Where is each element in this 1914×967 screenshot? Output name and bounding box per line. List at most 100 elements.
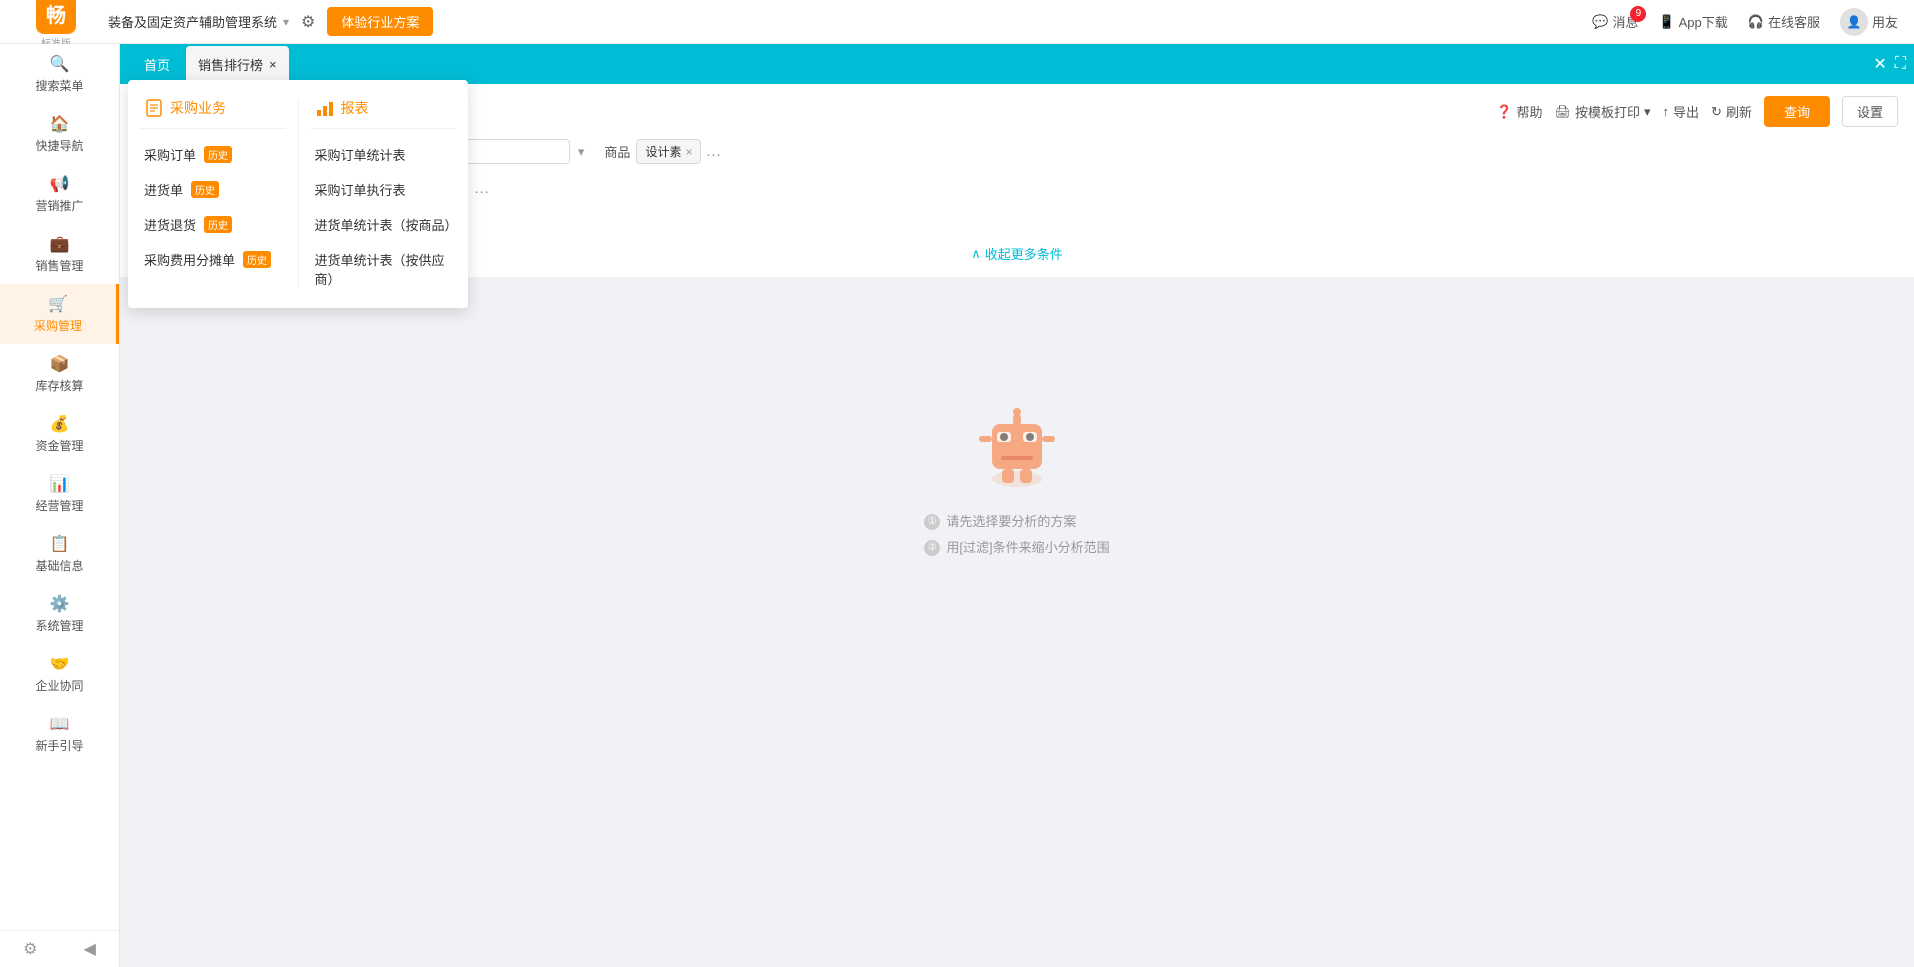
sales-icon: 💼	[50, 234, 70, 254]
sidebar-item-purchase[interactable]: 🛒 采购管理	[0, 284, 119, 344]
system-title: 装备及固定资产辅助管理系统 ▾	[108, 12, 289, 31]
avatar-icon: 👤	[1847, 15, 1862, 29]
sidebar-item-label: 营销推广	[35, 197, 83, 214]
report-po-exec-item[interactable]: 采购订单执行表	[311, 172, 457, 207]
sidebar-item-inventory[interactable]: 📦 库存核算	[0, 344, 119, 404]
tabs-right: ✕ ⛶	[1873, 54, 1906, 74]
empty-tip-2: ② 用[过滤]条件来缩小分析范围	[924, 535, 1109, 561]
report-icon-svg	[315, 98, 335, 118]
sidebar-item-search[interactable]: 🔍 搜索菜单	[0, 44, 119, 104]
print-button[interactable]: 🖨 按模板打印 ▾	[1554, 102, 1650, 121]
purchase-dropdown-menu: 采购业务 采购订单 历史 进货单 历史 进货退货 历史 采购费用分摊单 历史	[128, 80, 468, 308]
purchase-order-item[interactable]: 采购订单 历史	[140, 137, 286, 172]
goods-tag: 设计素 ×	[636, 139, 701, 164]
sidebar-item-label: 快捷导航	[35, 137, 83, 154]
goods-tag-close[interactable]: ×	[685, 145, 692, 159]
sidebar-item-label: 企业协同	[35, 677, 83, 694]
user-menu[interactable]: 👤 用友	[1840, 8, 1898, 36]
sidebar-item-label: 销售管理	[35, 257, 83, 274]
refresh-button[interactable]: ↻ 刷新	[1711, 102, 1752, 121]
brand-logo[interactable]: 畅 标准版	[16, 0, 96, 50]
sidebar-item-label: 库存核算	[35, 377, 83, 394]
sidebar-item-cooperation[interactable]: 🤝 企业协同	[0, 644, 119, 704]
expand-btn[interactable]: ⛶	[1895, 55, 1906, 73]
refresh-icon: ↻	[1711, 104, 1722, 120]
tab-sales-rank[interactable]: 销售排行榜 ×	[186, 46, 289, 82]
sidebar-item-quick-nav[interactable]: 🏠 快捷导航	[0, 104, 119, 164]
report-po-stats-label: 采购订单统计表	[315, 145, 406, 164]
tab-home[interactable]: 首页	[128, 44, 186, 84]
purchase-fee-item[interactable]: 采购费用分摊单 历史	[140, 242, 286, 277]
sidebar-item-guide[interactable]: 📖 新手引导	[0, 704, 119, 764]
sidebar-item-operations[interactable]: 📊 经营管理	[0, 464, 119, 524]
sidebar-item-label: 搜索菜单	[35, 77, 83, 94]
history-badge-2: 历史	[191, 181, 219, 198]
purchase-arrival-item[interactable]: 进货单 历史	[140, 172, 286, 207]
settings-button[interactable]: 设置	[1842, 96, 1898, 127]
dropdown-report-col: 报表 采购订单统计表 采购订单执行表 进货单统计表（按商品） 进货单统计表（按供…	[299, 92, 469, 296]
purchase-return-item[interactable]: 进货退货 历史	[140, 207, 286, 242]
export-button[interactable]: ↑ 导出	[1663, 102, 1700, 121]
sidebar-item-basic-info[interactable]: 📋 基础信息	[0, 524, 119, 584]
collapse-button[interactable]: ∧ 收起更多条件	[965, 238, 1069, 269]
report-arrival-by-goods-item[interactable]: 进货单统计表（按商品）	[311, 207, 457, 242]
purchase-col-header: 采购业务	[140, 92, 286, 129]
online-service-button[interactable]: 🎧 在线客服	[1748, 12, 1820, 31]
search-icon: 🔍	[50, 54, 70, 74]
message-button[interactable]: 💬 消息 9	[1592, 12, 1638, 31]
sidebar: 🔍 搜索菜单 🏠 快捷导航 📢 营销推广 💼 销售管理 🛒 采购管	[0, 44, 120, 967]
salesperson-more-dots[interactable]: …	[474, 180, 490, 198]
purchase-icon-svg	[144, 98, 164, 118]
report-po-stats-item[interactable]: 采购订单统计表	[311, 137, 457, 172]
sidebar-item-marketing[interactable]: 📢 营销推广	[0, 164, 119, 224]
history-badge-1: 历史	[204, 146, 232, 163]
marketing-icon: 📢	[50, 174, 70, 194]
sidebar-settings-btn[interactable]: ⚙	[23, 939, 37, 959]
title-chevron-icon: ▾	[283, 15, 289, 29]
report-col-icon	[315, 98, 335, 118]
system-icon: ⚙️	[50, 594, 70, 614]
purchase-icon: 🛒	[48, 294, 68, 314]
report-arrival-by-goods-label: 进货单统计表（按商品）	[315, 215, 453, 234]
tabs-container: 首页 销售排行榜 × ✕ ⛶	[120, 44, 1914, 84]
user-label: 用友	[1872, 12, 1898, 31]
sidebar-item-label: 采购管理	[34, 317, 82, 334]
export-icon: ↑	[1663, 104, 1670, 119]
goods-label: 商品	[604, 142, 630, 161]
dropdown-columns: 采购业务 采购订单 历史 进货单 历史 进货退货 历史 采购费用分摊单 历史	[128, 92, 468, 296]
collapse-label: 收起更多条件	[985, 244, 1063, 263]
guide-icon: 📖	[50, 714, 70, 734]
purchase-fee-label: 采购费用分摊单	[144, 250, 235, 269]
report-arrival-by-supplier-label: 进货单统计表（按供应商）	[315, 250, 453, 288]
history-badge-3: 历史	[204, 216, 232, 233]
tab-close-icon[interactable]: ×	[269, 57, 277, 72]
finance-icon: 💰	[50, 414, 70, 434]
sidebar-collapse-btn[interactable]: ◀	[84, 939, 96, 959]
report-arrival-by-supplier-item[interactable]: 进货单统计表（按供应商）	[311, 242, 457, 296]
query-button[interactable]: 查询	[1764, 96, 1830, 127]
headset-icon: 🎧	[1748, 14, 1764, 30]
report-col-header: 报表	[311, 92, 457, 129]
operations-icon: 📊	[50, 474, 70, 494]
brand-icon: 畅	[36, 0, 76, 34]
message-icon: 💬	[1592, 14, 1608, 30]
top-right-actions: 💬 消息 9 📱 App下载 🎧 在线客服 👤 用友	[1592, 8, 1898, 36]
help-button[interactable]: ❓ 帮助	[1496, 102, 1542, 121]
sidebar-item-label: 经营管理	[35, 497, 83, 514]
purchase-col-icon	[144, 98, 164, 118]
collapse-icon: ∧	[971, 246, 981, 262]
experience-button[interactable]: 体验行业方案	[327, 7, 433, 36]
sidebar-item-system[interactable]: ⚙️ 系统管理	[0, 584, 119, 644]
print-chevron-icon: ▾	[1644, 104, 1651, 120]
app-download-button[interactable]: 📱 App下载	[1658, 12, 1727, 31]
close-btn[interactable]: ✕	[1873, 54, 1886, 74]
goods-more-dots[interactable]: …	[705, 143, 721, 161]
message-badge: 9	[1630, 6, 1646, 22]
settings-icon[interactable]: ⚙	[301, 12, 315, 32]
sidebar-item-label: 系统管理	[35, 617, 83, 634]
sidebar-item-finance[interactable]: 💰 资金管理	[0, 404, 119, 464]
sidebar-item-sales[interactable]: 💼 销售管理	[0, 224, 119, 284]
purchase-return-label: 进货退货	[144, 215, 196, 234]
inventory-icon: 📦	[50, 354, 70, 374]
history-badge-4: 历史	[243, 251, 271, 268]
